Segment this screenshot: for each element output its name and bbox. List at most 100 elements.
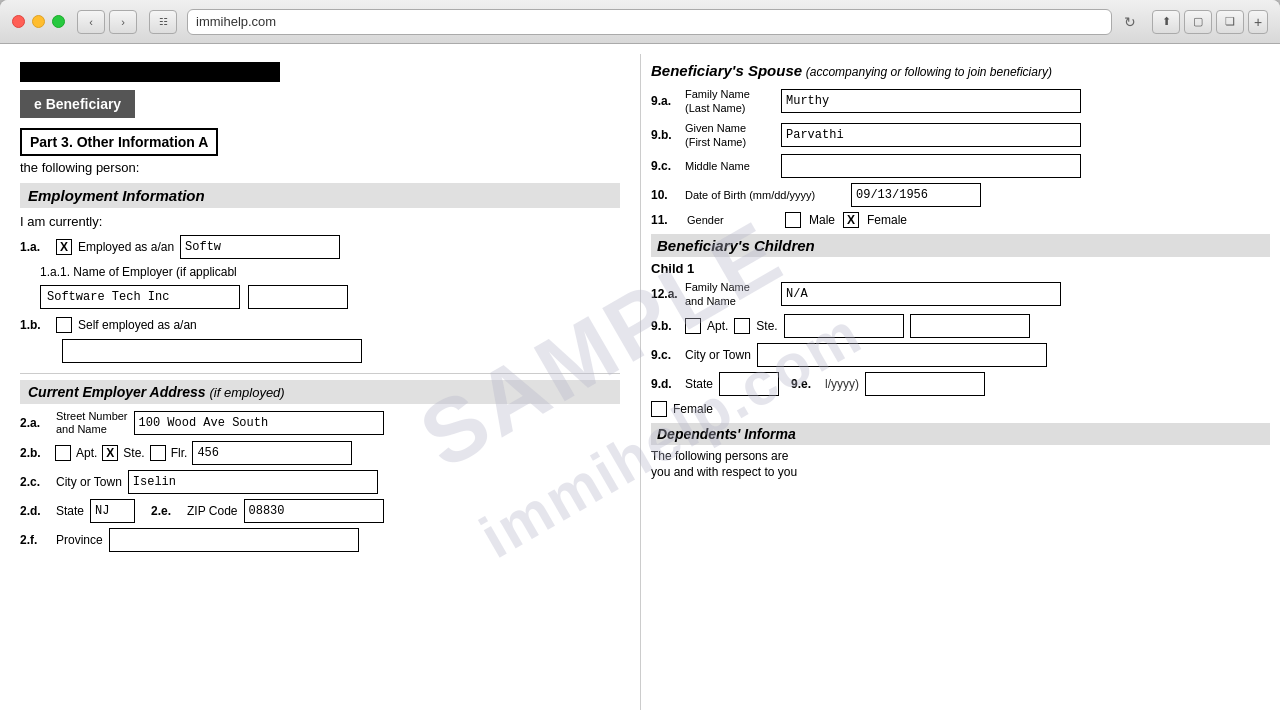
self-employed-input[interactable] [62, 339, 362, 363]
state-zip-row: 2.d. State 2.e. ZIP Code [20, 499, 620, 523]
title-bar: ‹ › ☷ immihelp.com ↻ ⬆ ▢ ❏ + [0, 0, 1280, 44]
spouse-header: Beneficiary's Spouse [651, 62, 802, 79]
child-city-input[interactable] [757, 343, 1047, 367]
child-family-name-input[interactable] [781, 282, 1061, 306]
family-name-label: Family Name (Last Name) [685, 87, 775, 116]
child-ste-checkbox[interactable] [734, 318, 750, 334]
reader-button[interactable]: ☷ [149, 10, 177, 34]
child-city-row: 9.c. City or Town [651, 343, 1270, 367]
row-9e-child-num: 9.e. [791, 377, 819, 391]
part-header: Part 3. Other Information A [20, 128, 218, 156]
employer-name-row: 1.a.1. Name of Employer (if applicabl [40, 265, 620, 279]
row-9b-num: 9.b. [651, 128, 679, 142]
child-apt-ste-row: 9.b. Apt. Ste. [651, 314, 1270, 338]
gender-row: 11. Gender Male X Female [651, 212, 1270, 228]
forward-button[interactable]: › [109, 10, 137, 34]
child-apt-input[interactable] [784, 314, 904, 338]
row-9c-child-num: 9.c. [651, 348, 679, 362]
row-2f-num: 2.f. [20, 533, 50, 547]
child-state-input[interactable] [719, 372, 779, 396]
middle-name-label: Middle Name [685, 159, 775, 173]
male-label: Male [809, 213, 835, 227]
row-2d-num: 2.d. [20, 504, 50, 518]
dependents-text2: you and with respect to you [651, 465, 1270, 479]
share-button[interactable]: ⬆ [1152, 10, 1180, 34]
ste-label: Ste. [123, 446, 144, 460]
state-label: State [56, 504, 84, 518]
children-header: Beneficiary's Children [651, 234, 1270, 257]
ste-checkbox[interactable]: X [102, 445, 118, 461]
employment-section-header: Employment Information [20, 183, 620, 208]
child-female-checkbox[interactable] [651, 401, 667, 417]
employer-extra-input[interactable] [248, 285, 348, 309]
employer-address-header: Current Employer Address (if employed) [20, 380, 620, 404]
child-apt-label: Apt. [707, 319, 728, 333]
row-9d-child-num: 9.d. [651, 377, 679, 391]
row-2b-num: 2.b. [20, 446, 50, 460]
family-name-input[interactable] [781, 89, 1081, 113]
child-dob-label: l/yyyy) [825, 377, 859, 391]
zip-label: ZIP Code [187, 504, 237, 518]
row-1b-num: 1.b. [20, 318, 50, 332]
middle-name-input[interactable] [781, 154, 1081, 178]
female-checkbox[interactable]: X [843, 212, 859, 228]
child-female-label: Female [673, 402, 713, 416]
employed-label: Employed as a/an [78, 240, 174, 254]
employed-type-input[interactable] [180, 235, 340, 259]
middle-name-row: 9.c. Middle Name [651, 154, 1270, 178]
apt-checkbox[interactable] [55, 445, 71, 461]
female-label: Female [867, 213, 907, 227]
row-10-num: 10. [651, 188, 679, 202]
employer-name-input[interactable] [40, 285, 240, 309]
close-button[interactable] [12, 15, 25, 28]
dependents-header: Dependents' Informa [651, 423, 1270, 445]
back-button[interactable]: ‹ [77, 10, 105, 34]
street-row: 2.a. Street Number and Name [20, 410, 620, 436]
given-name-input[interactable] [781, 123, 1081, 147]
city-label: City or Town [56, 475, 122, 489]
maximize-button[interactable] [52, 15, 65, 28]
row-1a-num: 1.a. [20, 240, 50, 254]
accompanying-text: (accompanying or following to join benef… [806, 65, 1052, 79]
child-state-label: State [685, 377, 713, 391]
currently-text: I am currently: [20, 214, 620, 229]
flr-label: Flr. [171, 446, 188, 460]
new-tab-button[interactable]: ❏ [1216, 10, 1244, 34]
street-input[interactable] [134, 411, 384, 435]
address-bar[interactable]: immihelp.com [187, 9, 1112, 35]
given-name-row: 9.b. Given Name (First Name) [651, 121, 1270, 150]
child-apt-checkbox[interactable] [685, 318, 701, 334]
add-button[interactable]: + [1248, 10, 1268, 34]
toolbar-right: ⬆ ▢ ❏ + [1152, 10, 1268, 34]
dob-input[interactable] [851, 183, 981, 207]
city-input[interactable] [128, 470, 378, 494]
row-2a-num: 2.a. [20, 416, 50, 430]
self-employed-label: Self employed as a/an [78, 318, 197, 332]
child-ste-input[interactable] [910, 314, 1030, 338]
dependents-text1: The following persons are [651, 449, 1270, 463]
zip-input[interactable] [244, 499, 384, 523]
row-9b-child-num: 9.b. [651, 319, 679, 333]
child-gender-row: Female [651, 401, 1270, 417]
city-row: 2.c. City or Town [20, 470, 620, 494]
child-dob-input[interactable] [865, 372, 985, 396]
apt-number-input[interactable] [192, 441, 352, 465]
province-input[interactable] [109, 528, 359, 552]
flr-checkbox[interactable] [150, 445, 166, 461]
self-employed-checkbox[interactable] [56, 317, 72, 333]
url-text: immihelp.com [196, 14, 276, 29]
employed-checkbox[interactable]: X [56, 239, 72, 255]
family-name-row: 9.a. Family Name (Last Name) [651, 87, 1270, 116]
apt-label: Apt. [76, 446, 97, 460]
row-9a-num: 9.a. [651, 94, 679, 108]
male-checkbox[interactable] [785, 212, 801, 228]
form-inner: e Beneficiary Part 3. Other Information … [0, 44, 1280, 720]
employed-row: 1.a. X Employed as a/an [20, 235, 620, 259]
tabs-button[interactable]: ▢ [1184, 10, 1212, 34]
right-panel: Beneficiary's Spouse (accompanying or fo… [640, 54, 1280, 710]
row-9c-num: 9.c. [651, 159, 679, 173]
minimize-button[interactable] [32, 15, 45, 28]
state-input[interactable] [90, 499, 135, 523]
reload-button[interactable]: ↻ [1118, 10, 1142, 34]
dob-row: 10. Date of Birth (mm/dd/yyyy) [651, 183, 1270, 207]
